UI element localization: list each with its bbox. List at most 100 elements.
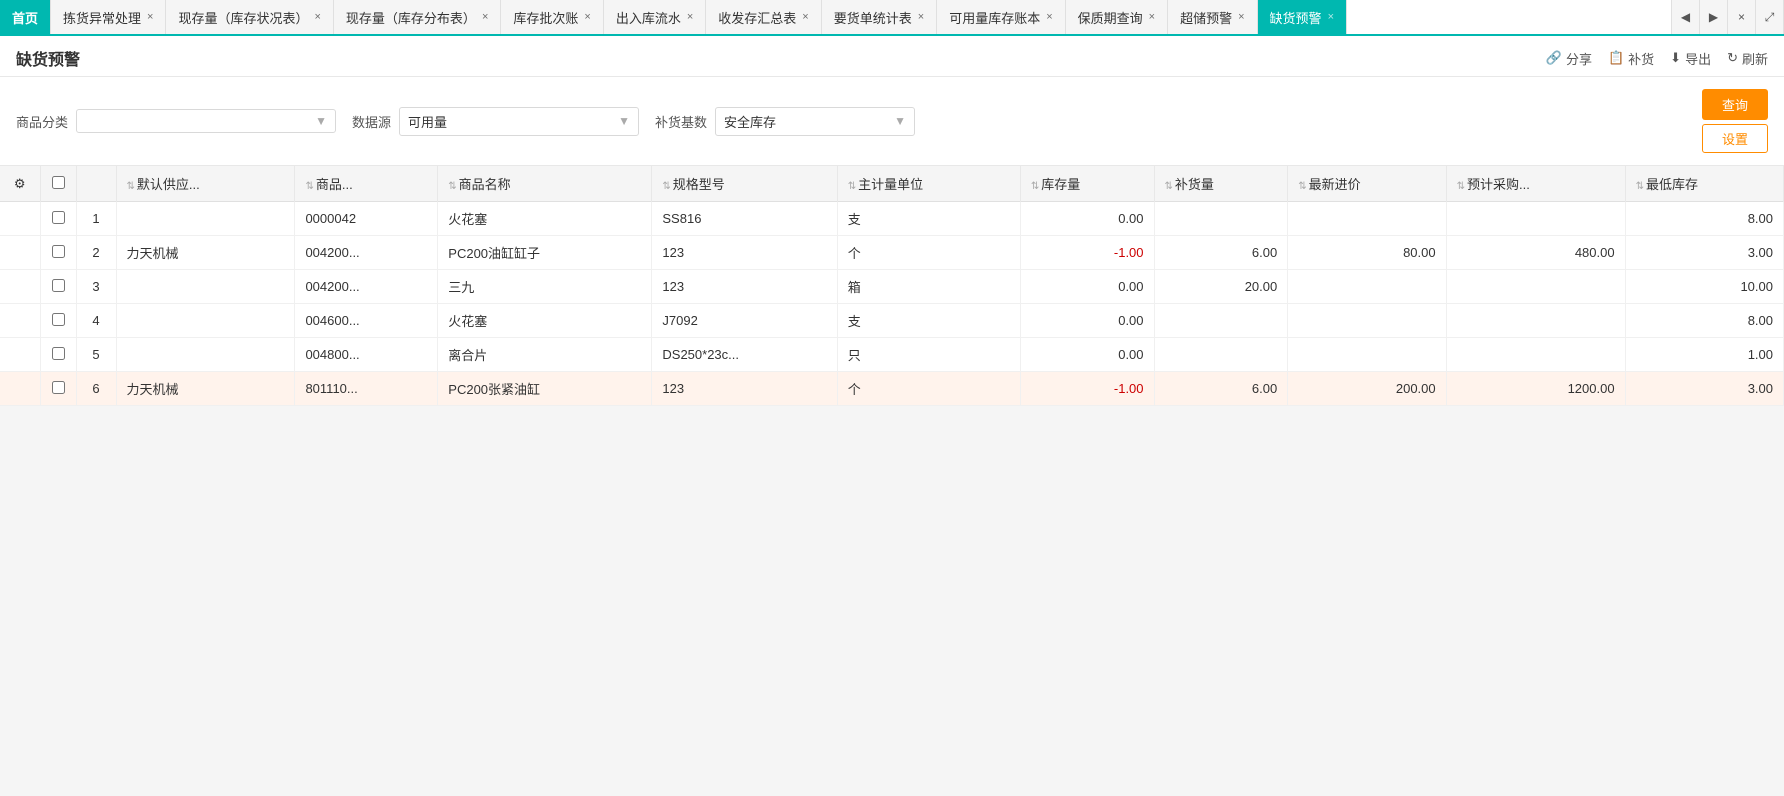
column-settings[interactable]: ⚙ bbox=[0, 166, 40, 202]
tab-order-stat[interactable]: 要货单统计表× bbox=[822, 0, 937, 35]
tab-close-overstock[interactable]: × bbox=[1238, 11, 1244, 23]
row-checkbox[interactable] bbox=[52, 347, 65, 360]
export-action[interactable]: ⬇ 导出 bbox=[1670, 49, 1711, 68]
row-checkbox-cell[interactable] bbox=[40, 270, 76, 304]
tab-close-exception[interactable]: × bbox=[147, 11, 153, 23]
tab-next-button[interactable]: ▶ bbox=[1700, 0, 1728, 35]
tab-label-exception: 拣货异常处理 bbox=[63, 8, 141, 27]
category-select-arrow-icon: ▼ bbox=[315, 114, 327, 128]
row-product-code: 004200... bbox=[295, 270, 438, 304]
row-replenish-qty: 6.00 bbox=[1154, 372, 1288, 406]
row-replenish-qty bbox=[1154, 304, 1288, 338]
refresh-action[interactable]: ↻ 刷新 bbox=[1727, 49, 1768, 68]
sort-icon-unit: ⇅ bbox=[848, 181, 856, 192]
category-filter-label: 商品分类 bbox=[16, 112, 68, 131]
sort-icon-replenish: ⇅ bbox=[1165, 181, 1173, 192]
row-checkbox-cell[interactable] bbox=[40, 304, 76, 338]
select-all-checkbox[interactable] bbox=[52, 176, 65, 189]
tab-close-batch-account[interactable]: × bbox=[584, 11, 590, 23]
row-checkbox-cell[interactable] bbox=[40, 372, 76, 406]
row-stock: -1.00 bbox=[1020, 372, 1154, 406]
column-product-name[interactable]: ⇅商品名称 bbox=[438, 166, 652, 202]
tab-close-collect-summary[interactable]: × bbox=[802, 11, 808, 23]
row-checkbox[interactable] bbox=[52, 279, 65, 292]
tab-close-inventory-status[interactable]: × bbox=[314, 11, 320, 23]
tab-inventory-status[interactable]: 现存量（库存状况表）× bbox=[166, 0, 333, 35]
row-replenish-qty bbox=[1154, 202, 1288, 236]
row-replenish-qty: 20.00 bbox=[1154, 270, 1288, 304]
row-unit: 个 bbox=[837, 236, 1020, 270]
tab-expiry[interactable]: 保质期查询× bbox=[1066, 0, 1168, 35]
row-product-code: 801110... bbox=[295, 372, 438, 406]
row-spec: 123 bbox=[652, 236, 837, 270]
category-select[interactable]: ▼ bbox=[76, 109, 336, 133]
tab-label-shortage: 缺货预警 bbox=[1270, 8, 1322, 27]
query-button[interactable]: 查询 bbox=[1702, 89, 1768, 120]
sort-icon-code: ⇅ bbox=[305, 181, 313, 192]
column-checkbox[interactable] bbox=[40, 166, 76, 202]
row-unit: 支 bbox=[837, 304, 1020, 338]
row-settings-cell bbox=[0, 372, 40, 406]
tab-inventory-dist[interactable]: 现存量（库存分布表）× bbox=[334, 0, 501, 35]
row-supplier bbox=[116, 202, 295, 236]
row-replenish-qty bbox=[1154, 338, 1288, 372]
settings-button[interactable]: 设置 bbox=[1702, 124, 1768, 153]
row-supplier bbox=[116, 338, 295, 372]
tab-home[interactable]: 首页 bbox=[0, 0, 51, 35]
tab-close-expiry[interactable]: × bbox=[1149, 11, 1155, 23]
row-min-stock: 1.00 bbox=[1625, 338, 1783, 372]
tab-shortage[interactable]: 缺货预警 × bbox=[1258, 0, 1347, 35]
export-label: 导出 bbox=[1685, 49, 1711, 68]
replenish-action[interactable]: 📋 补货 bbox=[1608, 49, 1654, 68]
tab-close-flow[interactable]: × bbox=[687, 11, 693, 23]
row-checkbox[interactable] bbox=[52, 245, 65, 258]
row-checkbox[interactable] bbox=[52, 381, 65, 394]
tab-flow[interactable]: 出入库流水 × bbox=[604, 0, 706, 35]
row-supplier bbox=[116, 270, 295, 304]
tab-batch-account[interactable]: 库存批次账× bbox=[501, 0, 603, 35]
datasource-select[interactable]: 可用量 ▼ bbox=[399, 107, 639, 136]
row-checkbox-cell[interactable] bbox=[40, 236, 76, 270]
tab-label-flow: 出入库流水 bbox=[616, 8, 681, 27]
tab-overstock[interactable]: 超储预警× bbox=[1168, 0, 1257, 35]
row-supplier bbox=[116, 304, 295, 338]
tab-expand-button[interactable]: ⤢ bbox=[1756, 0, 1784, 35]
row-checkbox[interactable] bbox=[52, 313, 65, 326]
row-product-code: 0000042 bbox=[295, 202, 438, 236]
column-unit[interactable]: ⇅主计量单位 bbox=[837, 166, 1020, 202]
replenish-select-value: 安全库存 bbox=[724, 112, 886, 131]
tab-close-button[interactable]: × bbox=[1728, 0, 1756, 35]
filter-right-buttons: 查询 设置 bbox=[1702, 89, 1768, 153]
column-product-code[interactable]: ⇅商品... bbox=[295, 166, 438, 202]
column-stock[interactable]: ⇅库存量 bbox=[1020, 166, 1154, 202]
row-settings-cell bbox=[0, 236, 40, 270]
table-row: 4004600...火花塞J7092支0.008.00 bbox=[0, 304, 1784, 338]
column-min-stock[interactable]: ⇅最低库存 bbox=[1625, 166, 1783, 202]
tab-close-inventory-dist[interactable]: × bbox=[482, 11, 488, 23]
row-num: 2 bbox=[76, 236, 116, 270]
tab-prev-button[interactable]: ◀ bbox=[1672, 0, 1700, 35]
tab-close-shortage[interactable]: × bbox=[1328, 11, 1334, 23]
export-icon: ⬇ bbox=[1670, 50, 1681, 66]
sort-icon-price: ⇅ bbox=[1298, 181, 1306, 192]
tab-exception[interactable]: 拣货异常处理 × bbox=[51, 0, 166, 35]
column-latest-price[interactable]: ⇅最新进价 bbox=[1288, 166, 1446, 202]
column-replenish-qty[interactable]: ⇅补货量 bbox=[1154, 166, 1288, 202]
replenish-select[interactable]: 安全库存 ▼ bbox=[715, 107, 915, 136]
row-checkbox-cell[interactable] bbox=[40, 338, 76, 372]
row-supplier: 力天机械 bbox=[116, 372, 295, 406]
tab-collect-summary[interactable]: 收发存汇总表× bbox=[706, 0, 821, 35]
column-default-supplier[interactable]: ⇅默认供应... bbox=[116, 166, 295, 202]
tab-close-order-stat[interactable]: × bbox=[918, 11, 924, 23]
row-min-stock: 3.00 bbox=[1625, 372, 1783, 406]
row-checkbox[interactable] bbox=[52, 211, 65, 224]
column-forecast-purchase[interactable]: ⇅预计采购... bbox=[1446, 166, 1625, 202]
row-checkbox-cell[interactable] bbox=[40, 202, 76, 236]
tab-close-available-ledger[interactable]: × bbox=[1046, 11, 1052, 23]
row-stock: 0.00 bbox=[1020, 270, 1154, 304]
tab-available-ledger[interactable]: 可用量库存账本× bbox=[937, 0, 1065, 35]
share-action[interactable]: 🔗 分享 bbox=[1546, 49, 1592, 68]
column-spec[interactable]: ⇅规格型号 bbox=[652, 166, 837, 202]
row-latest-price bbox=[1288, 202, 1446, 236]
row-replenish-qty: 6.00 bbox=[1154, 236, 1288, 270]
